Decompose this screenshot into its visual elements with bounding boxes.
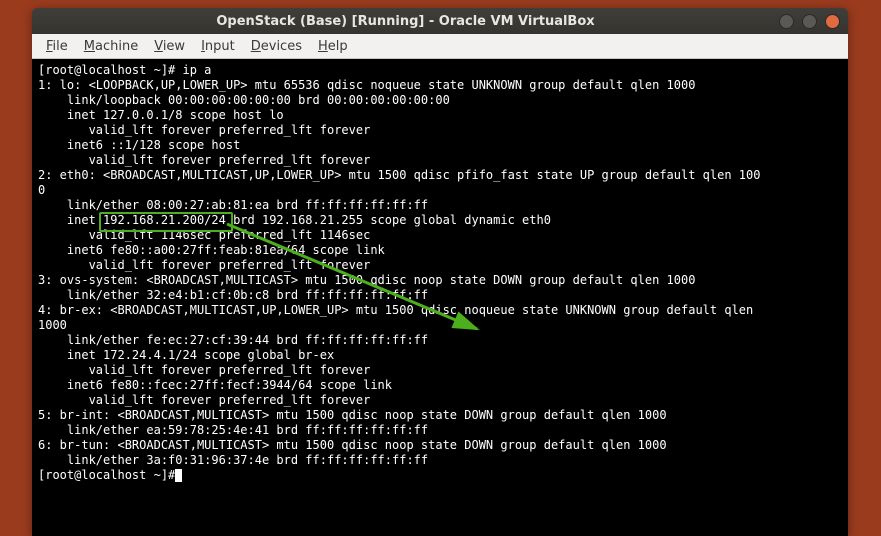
output-line: inet 172.24.4.1/24 scope global br-ex (38, 348, 334, 362)
output-line: link/ether 32:e4:b1:cf:0b:c8 brd ff:ff:f… (38, 288, 428, 302)
output-line: valid_lft forever preferred_lft forever (38, 153, 370, 167)
terminal-output[interactable]: [root@localhost ~]# ip a 1: lo: <LOOPBAC… (32, 59, 848, 536)
maximize-button[interactable] (802, 14, 817, 29)
output-line: 5: br-int: <BROADCAST,MULTICAST> mtu 150… (38, 408, 667, 422)
prompt-line-2: [root@localhost ~]# (38, 468, 175, 482)
output-line: valid_lft forever preferred_lft forever (38, 393, 370, 407)
menu-devices[interactable]: Devices (243, 37, 310, 56)
window-title: OpenStack (Base) [Running] - Oracle VM V… (101, 14, 710, 29)
output-line: inet6 fe80::a00:27ff:feab:81ea/64 scope … (38, 243, 385, 257)
output-line: inet6 ::1/128 scope host (38, 138, 240, 152)
menu-help[interactable]: Help (310, 37, 356, 56)
close-button[interactable] (825, 14, 840, 29)
output-line: inet 192.168.21.200/24 brd 192.168.21.25… (38, 213, 551, 227)
output-line: valid_lft forever preferred_lft forever (38, 363, 370, 377)
output-line: 1: lo: <LOOPBACK,UP,LOWER_UP> mtu 65536 … (38, 78, 695, 92)
menu-file[interactable]: File (38, 37, 76, 56)
app-window: OpenStack (Base) [Running] - Oracle VM V… (32, 8, 848, 536)
output-line: valid_lft forever preferred_lft forever (38, 123, 370, 137)
menu-machine[interactable]: Machine (76, 37, 146, 56)
output-line: link/ether 3a:f0:31:96:37:4e brd ff:ff:f… (38, 453, 428, 467)
output-line: inet6 fe80::fcec:27ff:fecf:3944/64 scope… (38, 378, 392, 392)
output-line: inet 127.0.0.1/8 scope host lo (38, 108, 284, 122)
output-line: 3: ovs-system: <BROADCAST,MULTICAST> mtu… (38, 273, 695, 287)
minimize-button[interactable] (779, 14, 794, 29)
terminal-cursor (175, 469, 182, 482)
output-line: link/ether ea:59:78:25:4e:41 brd ff:ff:f… (38, 423, 428, 437)
output-line: 6: br-tun: <BROADCAST,MULTICAST> mtu 150… (38, 438, 667, 452)
output-line: valid_lft forever preferred_lft forever (38, 258, 370, 272)
output-line: valid_lft 1146sec preferred_lft 1146sec (38, 228, 370, 242)
menu-view[interactable]: View (146, 37, 193, 56)
output-line: 1000 (38, 318, 67, 332)
output-line: 2: eth0: <BROADCAST,MULTICAST,UP,LOWER_U… (38, 168, 760, 182)
menubar: File Machine View Input Devices Help (32, 34, 848, 59)
output-line: link/ether 08:00:27:ab:81:ea brd ff:ff:f… (38, 198, 428, 212)
output-line: link/ether fe:ec:27:cf:39:44 brd ff:ff:f… (38, 333, 428, 347)
titlebar[interactable]: OpenStack (Base) [Running] - Oracle VM V… (32, 8, 848, 34)
prompt-line-1: [root@localhost ~]# ip a (38, 63, 211, 77)
menu-input[interactable]: Input (193, 37, 243, 56)
output-line: 0 (38, 183, 45, 197)
output-line: 4: br-ex: <BROADCAST,MULTICAST,UP,LOWER_… (38, 303, 760, 317)
output-line: link/loopback 00:00:00:00:00:00 brd 00:0… (38, 93, 450, 107)
